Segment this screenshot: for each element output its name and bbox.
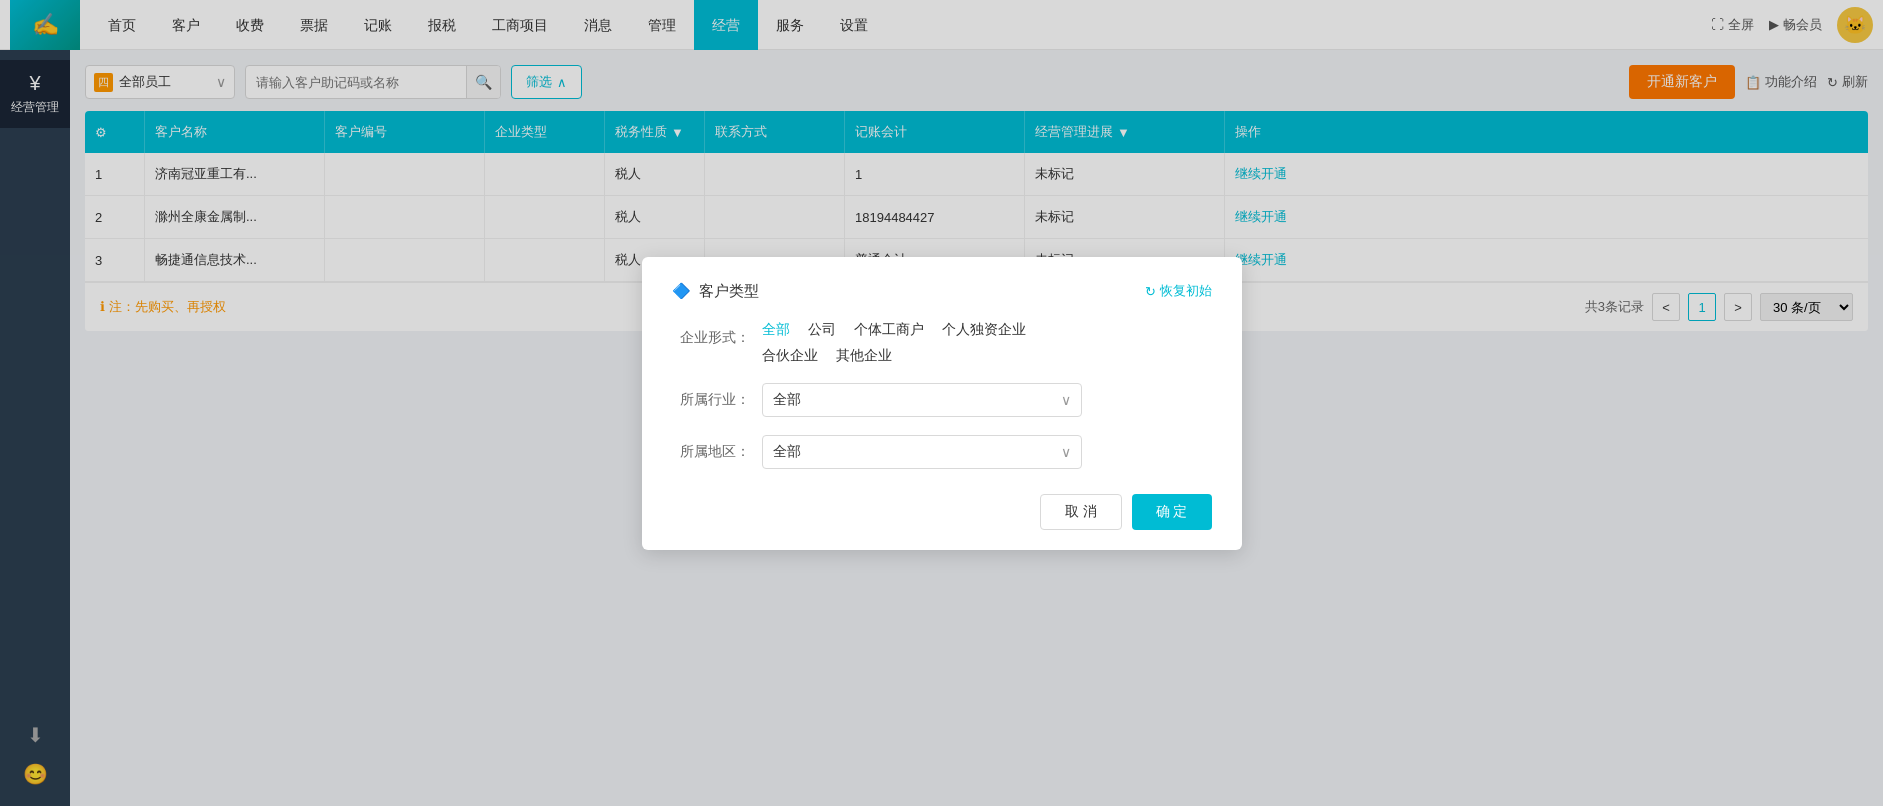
industry-form-row: 所属行业： 全部 ∨ [672,383,1212,417]
industry-value: 全部 [773,391,801,409]
type-option-other[interactable]: 其他企业 [836,347,892,365]
type-option-partnership[interactable]: 合伙企业 [762,347,818,365]
type-option-company[interactable]: 公司 [808,321,836,339]
confirm-button[interactable]: 确 定 [1132,494,1212,530]
type-option-sole[interactable]: 个人独资企业 [942,321,1026,339]
type-option-all[interactable]: 全部 [762,321,790,339]
modal-title-icon: 🔷 [672,282,691,300]
cancel-button[interactable]: 取 消 [1040,494,1122,530]
modal-title-text: 客户类型 [699,282,759,301]
industry-arrow-icon: ∨ [1061,392,1071,408]
modal-footer: 取 消 确 定 [672,494,1212,530]
reset-icon: ↻ [1145,284,1156,299]
industry-label: 所属行业： [672,383,762,415]
reset-label: 恢复初始 [1160,282,1212,300]
type-options-container: 全部 公司 个体工商户 个人独资企业 [762,321,1212,339]
region-arrow-icon: ∨ [1061,444,1071,460]
enterprise-form-row: 企业形式： 全部 公司 个体工商户 个人独资企业 合伙企业 其他企业 [672,321,1212,365]
modal-reset-btn[interactable]: ↻ 恢复初始 [1145,282,1212,300]
region-form-row: 所属地区： 全部 ∨ [672,435,1212,469]
region-value: 全部 [773,443,801,461]
industry-select[interactable]: 全部 ∨ [762,383,1082,417]
modal-title: 🔷 客户类型 [672,282,759,301]
modal-overlay: 🔷 客户类型 ↻ 恢复初始 企业形式： 全部 公司 个体工商户 个人独资企业 合… [0,0,1883,806]
enterprise-form-label: 企业形式： [672,321,762,353]
industry-select-wrapper: 全部 ∨ [762,383,1212,417]
modal-header: 🔷 客户类型 ↻ 恢复初始 [672,282,1212,301]
region-select[interactable]: 全部 ∨ [762,435,1082,469]
type-option-individual[interactable]: 个体工商户 [854,321,924,339]
region-label: 所属地区： [672,435,762,467]
filter-modal: 🔷 客户类型 ↻ 恢复初始 企业形式： 全部 公司 个体工商户 个人独资企业 合… [642,257,1242,550]
enterprise-options: 全部 公司 个体工商户 个人独资企业 合伙企业 其他企业 [762,321,1212,365]
region-select-wrapper: 全部 ∨ [762,435,1212,469]
type-options-row2: 合伙企业 其他企业 [762,347,1212,365]
